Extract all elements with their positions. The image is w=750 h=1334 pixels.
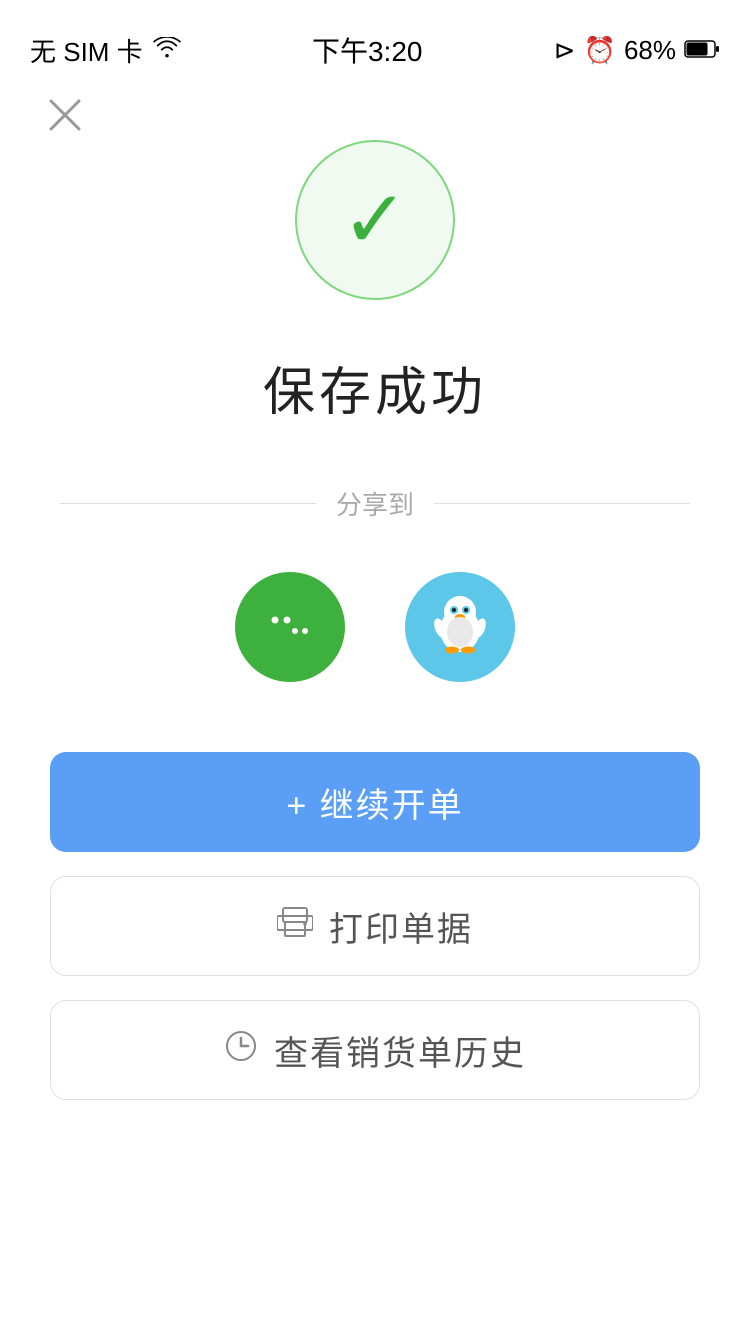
status-right: ⊳ ⏰ 68% xyxy=(554,35,720,66)
continue-order-label: + 继续开单 xyxy=(286,778,463,827)
close-button[interactable] xyxy=(40,90,90,140)
location-icon: ⊳ xyxy=(554,35,576,66)
checkmark-icon: ✓ xyxy=(341,180,408,260)
alarm-icon: ⏰ xyxy=(584,35,616,66)
battery-icon xyxy=(684,35,720,66)
qq-share-button[interactable] xyxy=(405,572,515,682)
divider-line-right xyxy=(434,503,690,504)
success-title: 保存成功 xyxy=(263,350,487,425)
share-label: 分享到 xyxy=(316,485,434,522)
print-receipt-button[interactable]: 打印单据 xyxy=(50,876,700,976)
status-time: 下午3:20 xyxy=(312,30,423,70)
continue-order-button[interactable]: + 继续开单 xyxy=(50,752,700,852)
view-history-label: 查看销货单历史 xyxy=(274,1026,526,1075)
battery-text: 68% xyxy=(624,35,676,66)
wifi-icon xyxy=(153,35,181,66)
history-icon xyxy=(224,1029,258,1071)
share-icons xyxy=(235,572,515,682)
status-left: 无 SIM 卡 xyxy=(30,32,181,69)
action-buttons: + 继续开单 打印单据 查看销货单历史 xyxy=(0,752,750,1100)
divider-line-left xyxy=(60,503,316,504)
status-bar: 无 SIM 卡 下午3:20 ⊳ ⏰ 68% xyxy=(0,0,750,80)
print-receipt-label: 打印单据 xyxy=(329,902,473,951)
print-icon xyxy=(277,906,313,946)
wechat-share-button[interactable] xyxy=(235,572,345,682)
success-circle: ✓ xyxy=(295,140,455,300)
carrier-text: 无 SIM 卡 xyxy=(30,32,143,69)
main-content: ✓ 保存成功 分享到 xyxy=(0,80,750,1100)
view-history-button[interactable]: 查看销货单历史 xyxy=(50,1000,700,1100)
share-divider: 分享到 xyxy=(0,485,750,522)
